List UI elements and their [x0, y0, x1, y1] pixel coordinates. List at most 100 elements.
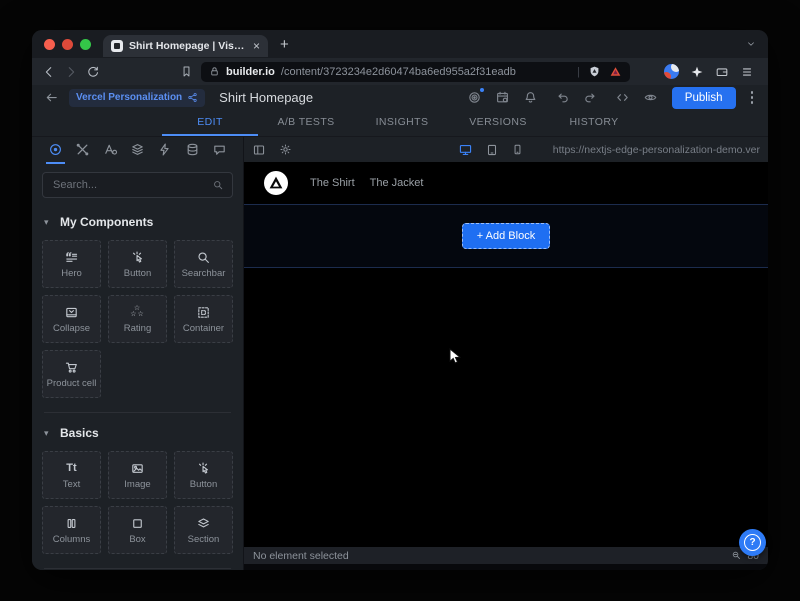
insert-tab-icon[interactable] [46, 137, 65, 164]
window-controls [32, 38, 103, 50]
section-basics[interactable]: ▾ Basics [32, 413, 243, 449]
browser-navbar: builder.io /content/3723234e2d60474ba6ed… [32, 58, 768, 85]
site-logo[interactable] [264, 171, 288, 195]
component-label: Box [129, 533, 146, 545]
nav-link-the-shirt[interactable]: The Shirt [310, 177, 355, 189]
component-card-container[interactable]: Container [174, 295, 233, 343]
more-options-icon[interactable] [748, 91, 757, 104]
nav-link-the-jacket[interactable]: The Jacket [370, 177, 424, 189]
section-media[interactable]: ▸ Media [32, 569, 243, 570]
minimize-window-button[interactable] [62, 38, 73, 50]
forward-icon[interactable] [64, 65, 78, 79]
project-badge[interactable]: Vercel Personalization [69, 88, 206, 107]
my-components-grid: Hero Button Searchbar Collapse ☆ ☆☆ Rati… [32, 238, 243, 404]
theme-sun-icon[interactable] [279, 143, 292, 156]
tab-history[interactable]: HISTORY [546, 110, 642, 136]
canvas-toolbar: https://nextjs-edge-personalization-demo… [244, 137, 768, 162]
data-tab-icon[interactable] [183, 137, 202, 164]
zoom-window-button[interactable] [80, 38, 91, 50]
tab-edit[interactable]: EDIT [162, 110, 258, 136]
layers-tab-icon[interactable] [128, 137, 147, 164]
component-card-rating[interactable]: ☆ ☆☆ Rating [108, 295, 167, 343]
component-label: Button [189, 478, 218, 490]
toggle-panel-icon[interactable] [252, 143, 266, 157]
tab-title: Shirt Homepage | Visual Editor [129, 40, 247, 52]
tab-ab-tests[interactable]: A/B TESTS [258, 110, 354, 136]
url-path: /content/3723234e2d60474ba6ed955a2f31ead… [280, 65, 516, 78]
component-label: Product cell [46, 377, 97, 389]
notifications-bell-icon[interactable] [523, 90, 538, 105]
cart-icon [64, 360, 79, 375]
preview-url[interactable]: https://nextjs-edge-personalization-demo… [553, 144, 760, 156]
pointer-click-icon [196, 461, 211, 476]
zoom-out-icon[interactable] [731, 550, 742, 561]
profile-avatar[interactable] [664, 64, 679, 79]
extensions-icon[interactable] [690, 65, 704, 79]
tools-tab-icon[interactable] [73, 137, 92, 164]
section-title: Basics [60, 426, 99, 440]
bookmark-icon[interactable] [180, 65, 193, 78]
help-button[interactable]: ? [739, 529, 766, 556]
reload-icon[interactable] [86, 65, 100, 79]
back-icon[interactable] [42, 65, 56, 79]
component-card-button[interactable]: Button [108, 240, 167, 288]
component-card-columns[interactable]: Columns [42, 506, 101, 554]
component-search[interactable] [42, 172, 233, 198]
publish-button[interactable]: Publish [671, 86, 736, 109]
phone-device-icon[interactable] [511, 143, 524, 156]
magnifier-icon [196, 250, 211, 265]
browser-actions [638, 64, 758, 79]
add-block-button[interactable]: + Add Block [461, 223, 551, 249]
container-icon [196, 305, 211, 320]
component-card-section[interactable]: Section [174, 506, 233, 554]
code-view-icon[interactable] [615, 90, 630, 105]
undo-icon[interactable] [555, 90, 570, 105]
targeting-icon[interactable] [467, 88, 484, 105]
section-icon [196, 516, 211, 531]
box-icon [130, 516, 145, 531]
search-input[interactable] [51, 178, 206, 192]
component-card-hero[interactable]: Hero [42, 240, 101, 288]
extension-warning-triangle-icon[interactable] [609, 65, 622, 78]
builder-favicon-icon [111, 40, 123, 52]
canvas-area: https://nextjs-edge-personalization-demo… [243, 137, 768, 570]
component-label: Container [182, 322, 225, 334]
component-card-text[interactable]: Tt Text [42, 451, 101, 499]
interactions-tab-icon[interactable] [155, 137, 174, 164]
tab-search-chevron-icon[interactable] [746, 39, 756, 49]
tablet-device-icon[interactable] [485, 143, 499, 157]
caret-down-icon: ▾ [44, 216, 49, 227]
component-card-image[interactable]: Image [108, 451, 167, 499]
site-preview: The Shirt The Jacket + Add Block [244, 162, 768, 547]
styles-tab-icon[interactable] [101, 137, 120, 164]
address-bar[interactable]: builder.io /content/3723234e2d60474ba6ed… [201, 61, 630, 82]
tab-insights[interactable]: INSIGHTS [354, 110, 450, 136]
wallet-icon[interactable] [715, 65, 729, 79]
tab-versions[interactable]: VERSIONS [450, 110, 546, 136]
component-card-product-cell[interactable]: Product cell [42, 350, 101, 398]
component-card-collapse[interactable]: Collapse [42, 295, 101, 343]
desktop-device-icon[interactable] [458, 142, 473, 157]
schedule-icon[interactable] [495, 90, 510, 105]
collapse-icon [64, 305, 79, 320]
shield-icon[interactable] [588, 65, 601, 78]
share-nodes-icon [188, 93, 197, 102]
comments-tab-icon[interactable] [210, 137, 229, 164]
component-card-searchbar[interactable]: Searchbar [174, 240, 233, 288]
pointer-click-icon [130, 250, 145, 265]
desktop: Shirt Homepage | Visual Editor × + [0, 0, 800, 601]
tab-close-icon[interactable]: × [253, 40, 260, 52]
section-my-components[interactable]: ▾ My Components [32, 202, 243, 238]
component-label: Searchbar [181, 267, 226, 279]
close-window-button[interactable] [44, 38, 55, 50]
columns-icon [64, 516, 79, 531]
builder-back-icon[interactable] [44, 90, 59, 105]
redo-icon[interactable] [583, 90, 598, 105]
browser-tab[interactable]: Shirt Homepage | Visual Editor × [103, 35, 269, 57]
new-tab-button[interactable]: + [280, 36, 289, 53]
preview-eye-icon[interactable] [643, 90, 658, 105]
insert-panel: ▾ My Components Hero Button [32, 137, 243, 570]
component-card-button-basic[interactable]: Button [174, 451, 233, 499]
browser-menu-icon[interactable] [740, 65, 754, 79]
component-card-box[interactable]: Box [108, 506, 167, 554]
